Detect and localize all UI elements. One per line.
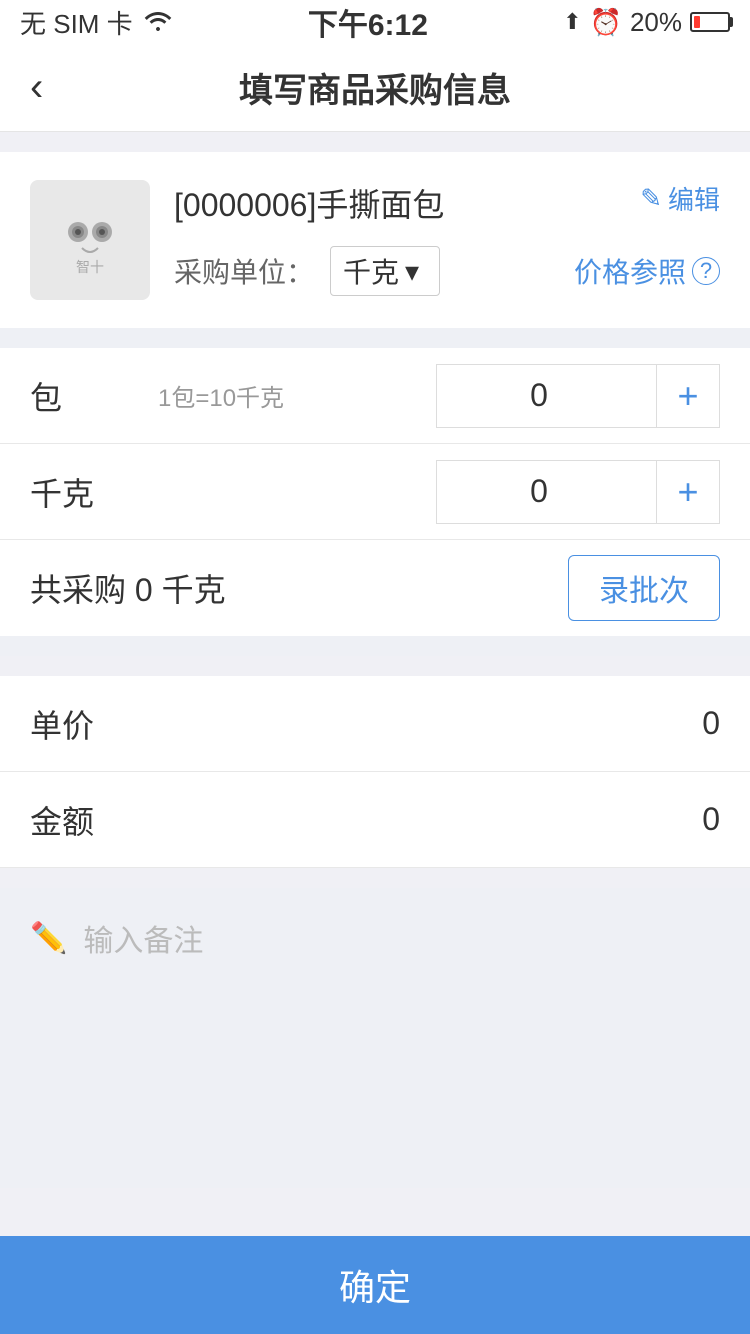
spacer xyxy=(0,988,750,1188)
unit-select[interactable]: 千克 ▾ xyxy=(330,246,440,296)
confirm-button[interactable]: 确定 xyxy=(0,1236,750,1334)
product-logo: 智十 xyxy=(50,196,130,285)
carrier-label: 无 SIM 卡 xyxy=(20,4,133,41)
edit-button[interactable]: ✎ 编辑 xyxy=(640,180,720,217)
unit-price-value: 0 xyxy=(702,705,720,742)
dropdown-arrow-icon: ▾ xyxy=(405,255,419,288)
amount-row: 金额 0 xyxy=(0,772,750,868)
bag-sublabel: 1包=10千克 xyxy=(158,378,284,413)
kg-plus-button[interactable]: + xyxy=(656,460,720,524)
section-divider-2 xyxy=(0,636,750,656)
unit-price-row: 单价 0 xyxy=(0,676,750,772)
price-ref-button[interactable]: 价格参照 ? xyxy=(574,251,720,291)
bag-plus-button[interactable]: + xyxy=(656,364,720,428)
pencil-icon: ✏️ xyxy=(30,921,67,956)
svg-text:智十: 智十 xyxy=(76,259,104,275)
section-divider-1 xyxy=(0,328,750,348)
product-info: [0000006]手撕面包 ✎ 编辑 采购单位： 千克 ▾ 价格参照 ? xyxy=(174,180,720,296)
summary-row: 共采购 0 千克 录批次 xyxy=(0,540,750,636)
kg-quantity-input[interactable] xyxy=(436,460,656,524)
bag-label: 包 xyxy=(30,373,150,419)
input-section: 包 1包=10千克 + 千克 + xyxy=(0,348,750,540)
unit-label-text: 采购单位： xyxy=(174,251,314,291)
summary-text: 共采购 0 千克 xyxy=(30,565,226,611)
unit-price-label: 单价 xyxy=(30,701,94,747)
notes-section[interactable]: ✏️ 输入备注 xyxy=(0,888,750,988)
edit-icon: ✎ xyxy=(640,183,662,214)
batch-button[interactable]: 录批次 xyxy=(568,555,720,621)
battery-icon xyxy=(690,12,730,32)
kg-label: 千克 xyxy=(30,469,150,515)
amount-label: 金额 xyxy=(30,797,94,843)
location-icon: ⬆ xyxy=(563,9,581,35)
status-bar: 无 SIM 卡 下午6:12 ⬆ ⏰ 20% xyxy=(0,0,750,44)
nav-bar: ‹ 填写商品采购信息 xyxy=(0,44,750,132)
bag-input-row: 包 1包=10千克 + xyxy=(0,348,750,444)
kg-input-row: 千克 + xyxy=(0,444,750,540)
time-label: 下午6:12 xyxy=(308,0,428,44)
back-button[interactable]: ‹ xyxy=(30,65,43,110)
amount-value: 0 xyxy=(702,801,720,838)
battery-pct: 20% xyxy=(630,7,682,38)
price-section: 单价 0 金额 0 xyxy=(0,676,750,868)
status-right: ⬆ ⏰ 20% xyxy=(563,7,730,38)
wifi-icon xyxy=(143,7,173,38)
price-ref-help-icon: ? xyxy=(692,257,720,285)
product-image: 智十 xyxy=(30,180,150,300)
bag-quantity-input[interactable] xyxy=(436,364,656,428)
alarm-icon: ⏰ xyxy=(590,7,622,38)
product-card: 智十 [0000006]手撕面包 ✎ 编辑 采购单位： 千克 ▾ 价格参照 ? xyxy=(0,152,750,328)
product-name: [0000006]手撕面包 xyxy=(174,180,444,226)
notes-placeholder: 输入备注 xyxy=(83,916,203,960)
status-left: 无 SIM 卡 xyxy=(20,4,173,41)
page-title: 填写商品采购信息 xyxy=(239,63,511,112)
